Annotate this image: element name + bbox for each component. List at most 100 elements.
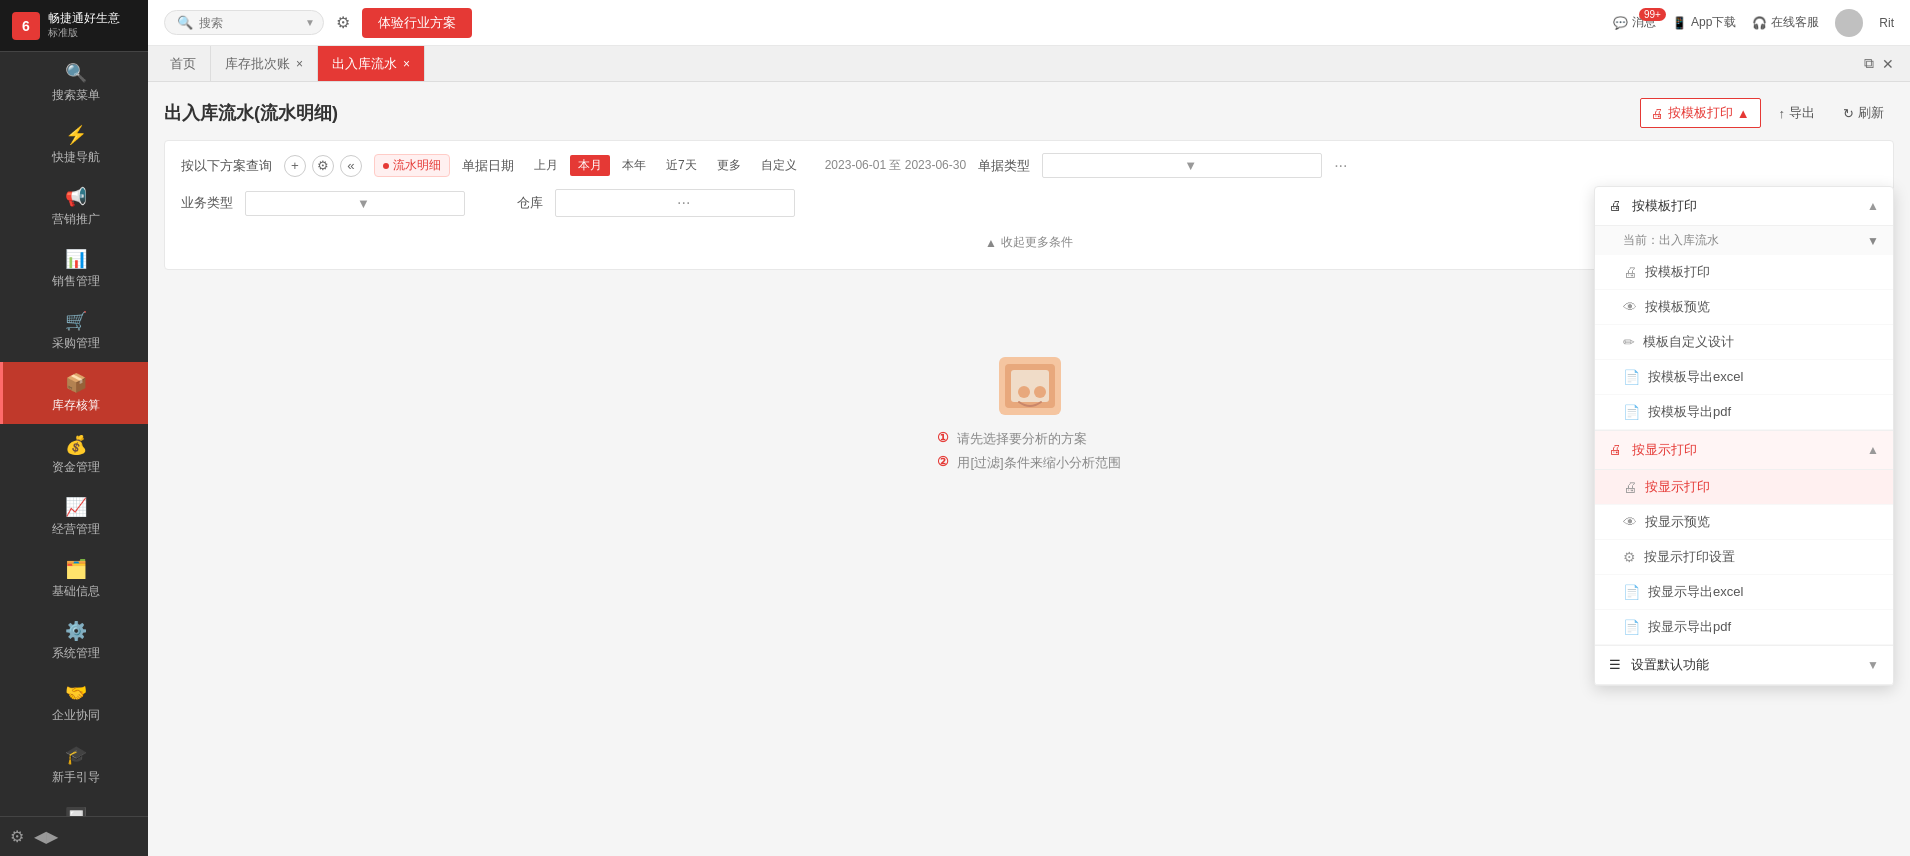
template-preview-item[interactable]: 👁 按模板预览 <box>1595 290 1893 325</box>
display-print-section-icon: 🖨 <box>1609 442 1622 457</box>
display-export-excel-item[interactable]: 📄 按显示导出excel <box>1595 575 1893 610</box>
inventory-icon: 📦 <box>65 372 87 394</box>
display-preview-item[interactable]: 👁 按显示预览 <box>1595 505 1893 540</box>
doc-type-more[interactable]: ··· <box>1334 157 1347 175</box>
display-print-item[interactable]: 🖨 按显示打印 <box>1595 470 1893 505</box>
display-print-section-header[interactable]: 🖨 按显示打印 ▲ <box>1595 431 1893 470</box>
printer-icon-sub1: 🖨 <box>1623 264 1637 280</box>
date-tab-last-month[interactable]: 上月 <box>526 155 566 176</box>
chevron-up-icon: ▲ <box>1737 106 1750 121</box>
refresh-icon: ↻ <box>1843 106 1854 121</box>
refresh-btn[interactable]: ↻ 刷新 <box>1833 99 1894 127</box>
sidebar-item-shortcut[interactable]: ⚡ 快捷导航 <box>0 114 148 176</box>
pdf-icon-sub1: 📄 <box>1623 404 1640 420</box>
default-setting-header[interactable]: ☰ 设置默认功能 ▼ <box>1595 646 1893 685</box>
title-actions: 🖨 按模板打印 ▲ ↑ 导出 ↻ 刷新 <box>1640 98 1894 128</box>
tab-maximize-area: ⧉ ✕ <box>1856 55 1902 72</box>
main-content: 🔍 ▼ ⚙ 体验行业方案 💬 消息 99+ 📱 App下载 🎧 在线客服 Rit <box>148 0 1910 856</box>
sidebar-item-appstore[interactable]: 🔲 应用中心 <box>0 796 148 816</box>
settings-gear-icon[interactable]: ⚙ <box>336 13 350 32</box>
settings-icon-sub: ⚙ <box>1623 549 1636 565</box>
template-export-pdf-item[interactable]: 📄 按模板导出pdf <box>1595 395 1893 430</box>
date-tab-this-month[interactable]: 本月 <box>570 155 610 176</box>
operation-icon: 📈 <box>65 496 87 518</box>
avatar[interactable] <box>1835 9 1863 37</box>
template-print-item[interactable]: 🖨 按模板打印 <box>1595 255 1893 290</box>
page-title-row: 出入库流水(流水明细) 🖨 按模板打印 ▲ ↑ 导出 ↻ 刷新 <box>164 98 1894 128</box>
sidebar-item-basic[interactable]: 🗂️ 基础信息 <box>0 548 148 610</box>
page-content: 出入库流水(流水明细) 🖨 按模板打印 ▲ ↑ 导出 ↻ 刷新 <box>148 82 1910 856</box>
warehouse-more[interactable]: ··· <box>677 194 786 212</box>
guide-icon: 🎓 <box>65 744 87 766</box>
username[interactable]: Rit <box>1879 16 1894 30</box>
template-export-excel-item[interactable]: 📄 按模板导出excel <box>1595 360 1893 395</box>
tab-batch[interactable]: 库存批次账 × <box>211 46 318 81</box>
restore-window-btn[interactable]: ⧉ <box>1864 55 1874 72</box>
template-design-item[interactable]: ✏ 模板自定义设计 <box>1595 325 1893 360</box>
header-search-bar[interactable]: 🔍 ▼ <box>164 10 324 35</box>
tab-batch-close[interactable]: × <box>296 57 303 71</box>
sidebar-item-marketing[interactable]: 📢 营销推广 <box>0 176 148 238</box>
trial-btn[interactable]: 体验行业方案 <box>362 8 472 38</box>
display-print-settings-item[interactable]: ⚙ 按显示打印设置 <box>1595 540 1893 575</box>
sidebar-logo: 6 畅捷通好生意 标准版 <box>0 0 148 52</box>
sidebar-item-label-guide: 新手引导 <box>52 769 100 786</box>
sidebar-item-collab[interactable]: 🤝 企业协同 <box>0 672 148 734</box>
export-icon: ↑ <box>1779 106 1786 121</box>
date-tab-this-year[interactable]: 本年 <box>614 155 654 176</box>
sidebar-item-label-inventory: 库存核算 <box>52 397 100 414</box>
settings-icon[interactable]: ⚙ <box>10 827 24 846</box>
biz-type-label: 业务类型 <box>181 194 233 212</box>
print-dropdown: 🖨 按模板打印 ▲ 当前：出入库流水 ▼ 🖨 按模板打印 👁 按模板预览 ✏ 模… <box>1594 186 1894 686</box>
date-tab-7days[interactable]: 近7天 <box>658 155 705 176</box>
sidebar-item-guide[interactable]: 🎓 新手引导 <box>0 734 148 796</box>
template-print-btn[interactable]: 🖨 按模板打印 ▲ <box>1640 98 1761 128</box>
sidebar-item-operation[interactable]: 📈 经营管理 <box>0 486 148 548</box>
headset-icon: 🎧 <box>1752 16 1767 30</box>
template-print-section-header[interactable]: 🖨 按模板打印 ▲ <box>1595 187 1893 226</box>
filter-actions: + ⚙ « <box>284 155 362 177</box>
message-btn[interactable]: 💬 消息 99+ <box>1613 14 1656 31</box>
basic-icon: 🗂️ <box>65 558 87 580</box>
sidebar-item-finance[interactable]: 💰 资金管理 <box>0 424 148 486</box>
empty-step-1: ① 请先选择要分析的方案 <box>937 430 1120 448</box>
sidebar-item-label-marketing: 营销推广 <box>52 211 100 228</box>
biz-type-select[interactable]: ▼ <box>245 191 465 216</box>
header-right: 💬 消息 99+ 📱 App下载 🎧 在线客服 Rit <box>1613 9 1894 37</box>
sidebar-item-purchase[interactable]: 🛒 采购管理 <box>0 300 148 362</box>
warehouse-select[interactable]: ··· <box>555 189 795 217</box>
online-service-btn[interactable]: 🎧 在线客服 <box>1752 14 1819 31</box>
filter-collapse-btn[interactable]: « <box>340 155 362 177</box>
sidebar-item-label-finance: 资金管理 <box>52 459 100 476</box>
date-tab-custom[interactable]: 自定义 <box>753 155 805 176</box>
sidebar-item-label-operation: 经营管理 <box>52 521 100 538</box>
tab-flow-close[interactable]: × <box>403 57 410 71</box>
doc-type-select[interactable]: ▼ <box>1042 153 1322 178</box>
date-tab-more[interactable]: 更多 <box>709 155 749 176</box>
sidebar-item-label-search: 搜索菜单 <box>52 87 100 104</box>
close-tab-btn[interactable]: ✕ <box>1882 56 1894 72</box>
sidebar-item-system[interactable]: ⚙️ 系统管理 <box>0 610 148 672</box>
sidebar-nav: 🔍 搜索菜单 ⚡ 快捷导航 📢 营销推广 📊 销售管理 🛒 采购管理 📦 库存核… <box>0 52 148 816</box>
appstore-icon: 🔲 <box>65 806 87 816</box>
app-download-btn[interactable]: 📱 App下载 <box>1672 14 1736 31</box>
chevron-up-icon-collapse: ▲ <box>985 236 997 250</box>
filter-tag[interactable]: 流水明细 <box>374 154 450 177</box>
sidebar-item-search[interactable]: 🔍 搜索菜单 <box>0 52 148 114</box>
filter-settings-btn[interactable]: ⚙ <box>312 155 334 177</box>
sidebar-item-inventory[interactable]: 📦 库存核算 <box>0 362 148 424</box>
template-current-label: 当前：出入库流水 ▼ <box>1595 226 1893 255</box>
sidebar-item-sales[interactable]: 📊 销售管理 <box>0 238 148 300</box>
sidebar-bottom: ⚙ ◀▶ <box>0 816 148 856</box>
display-export-pdf-item[interactable]: 📄 按显示导出pdf <box>1595 610 1893 645</box>
svg-rect-2 <box>1011 370 1049 402</box>
filter-add-btn[interactable]: + <box>284 155 306 177</box>
svg-point-3 <box>1018 386 1030 398</box>
export-btn[interactable]: ↑ 导出 <box>1769 99 1826 127</box>
collapse-sidebar-icon[interactable]: ◀▶ <box>34 827 58 846</box>
search-input[interactable] <box>199 16 299 30</box>
shortcut-icon: ⚡ <box>65 124 87 146</box>
sidebar-item-label-collab: 企业协同 <box>52 707 100 724</box>
tab-flow[interactable]: 出入库流水 × <box>318 46 425 81</box>
tab-home[interactable]: 首页 <box>156 46 211 81</box>
